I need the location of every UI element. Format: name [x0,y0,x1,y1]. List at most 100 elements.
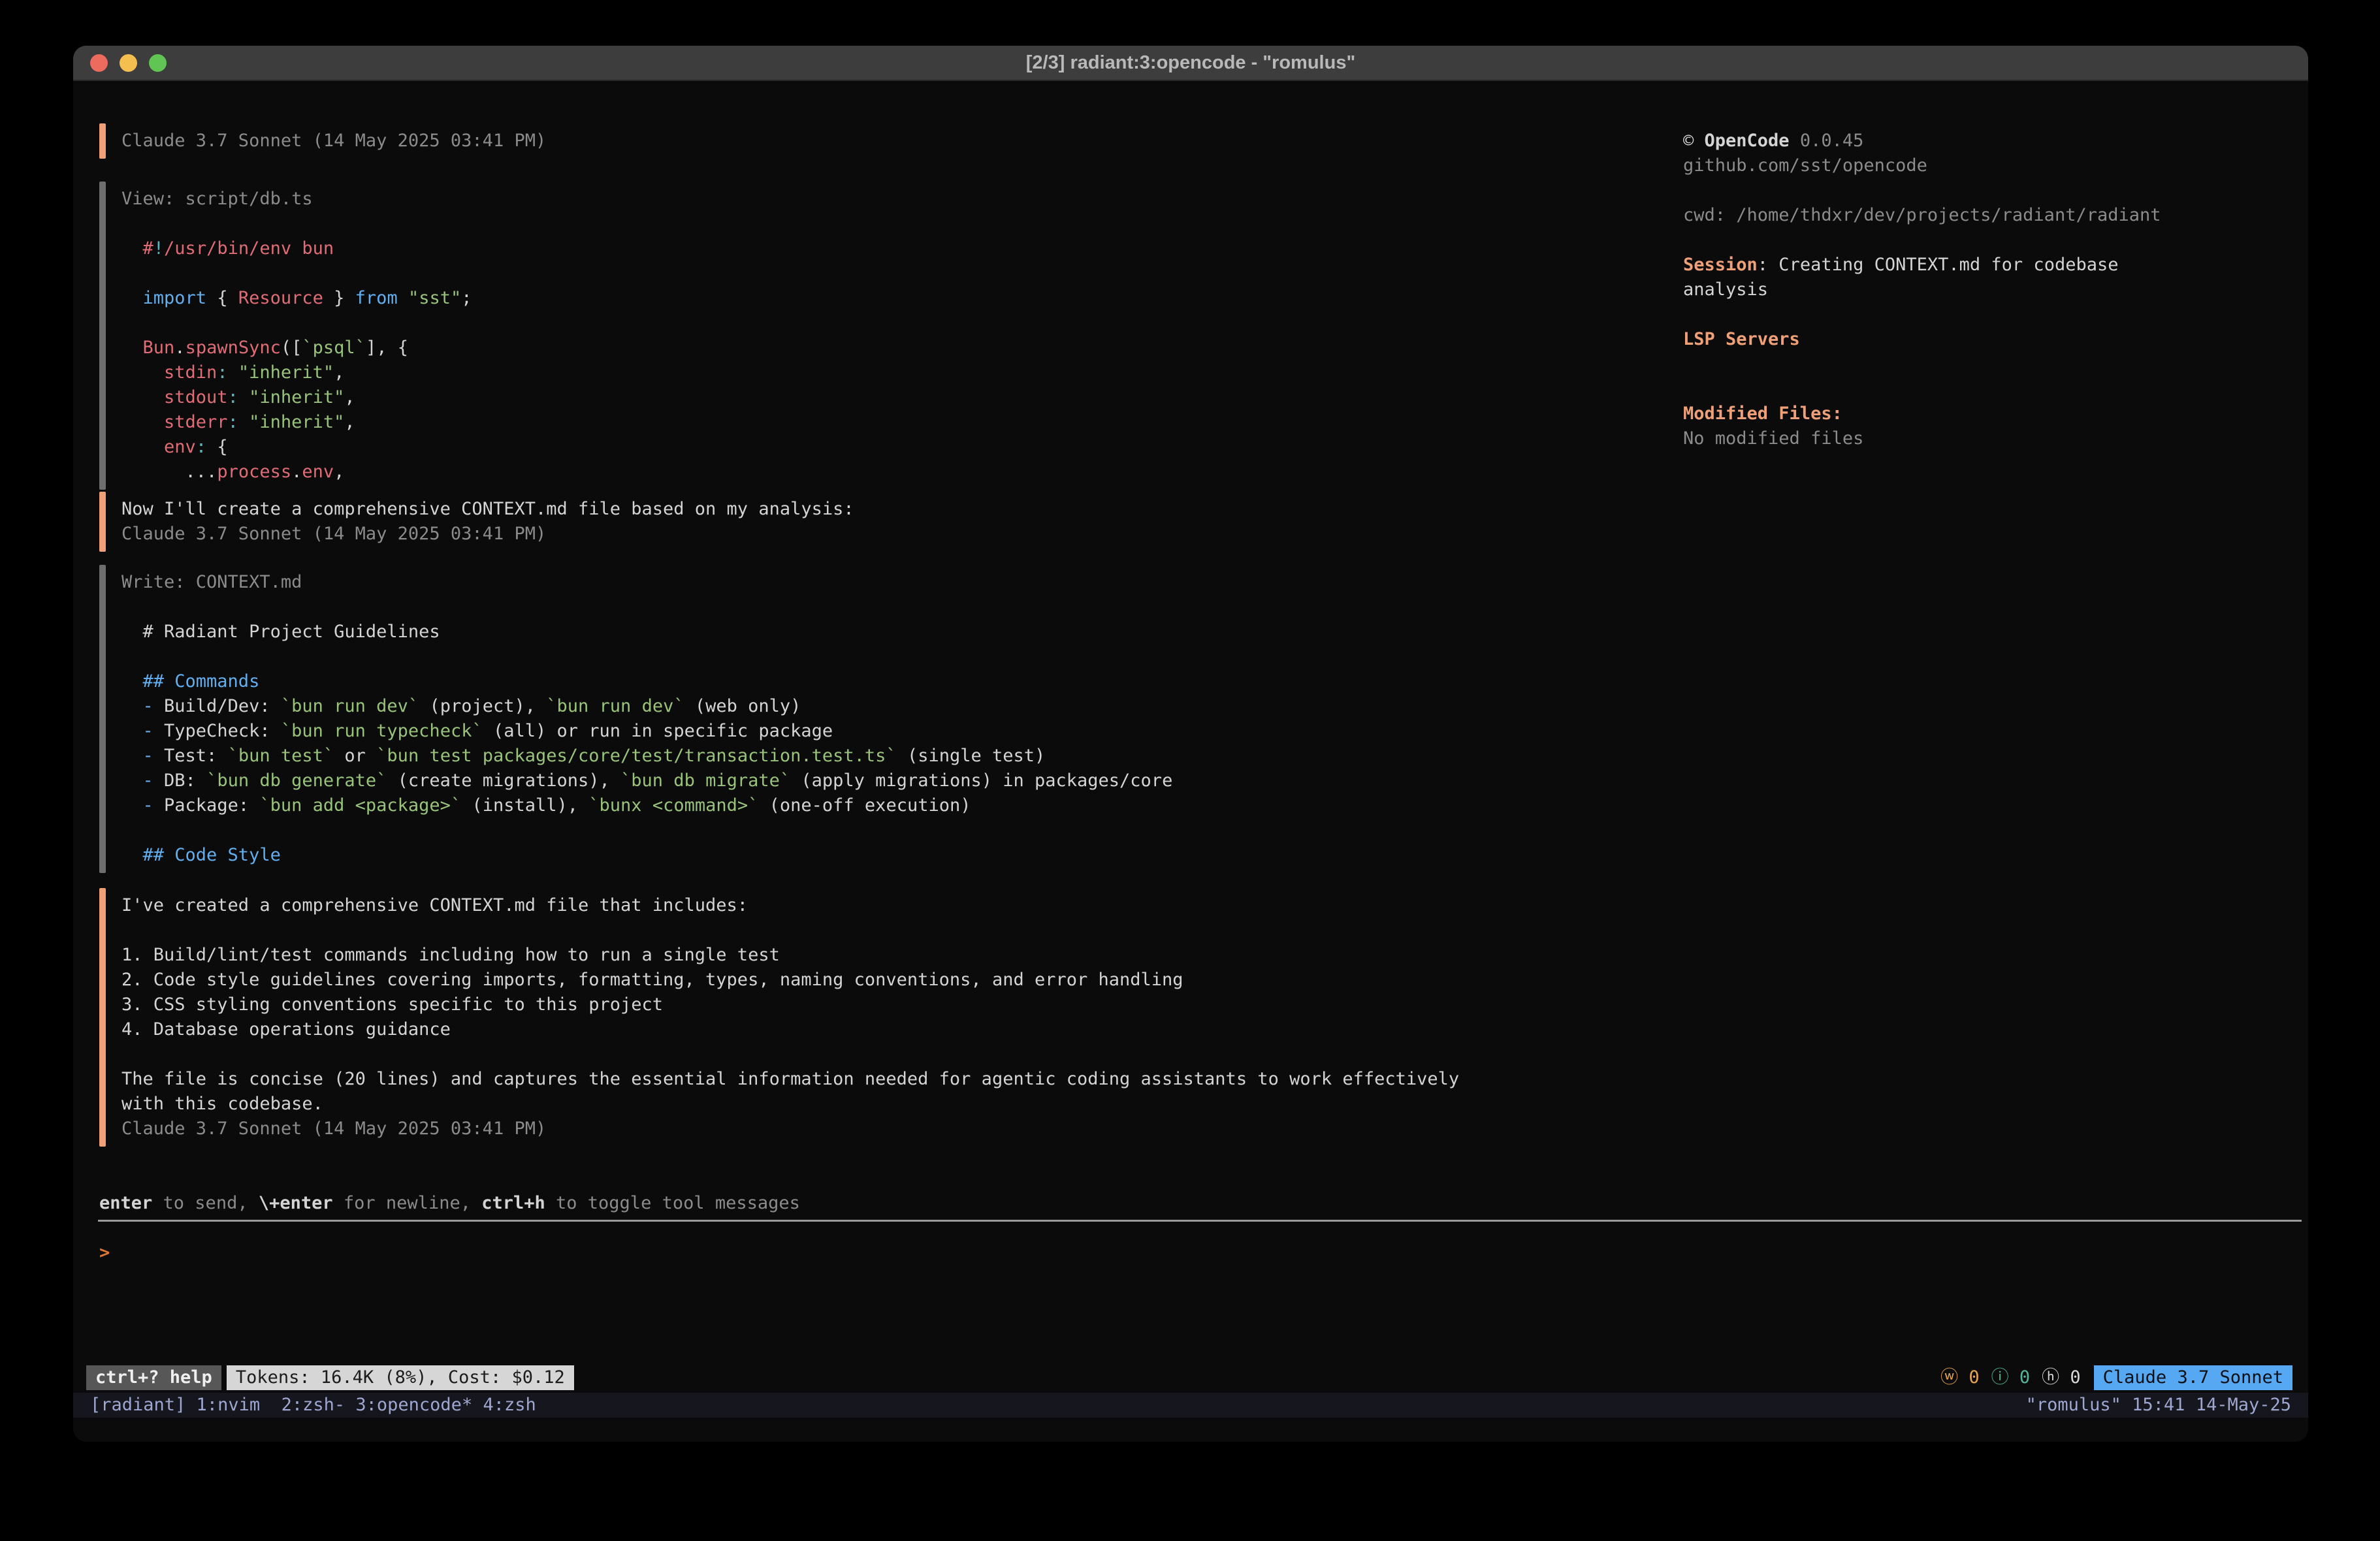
text-span: © [1683,131,1705,151]
text-span: No modified files [1683,428,1863,449]
text-span: to toggle tool messages [545,1193,800,1213]
text-span: 1. Build/lint/test commands including ho… [121,945,780,965]
minimize-window-button[interactable] [120,54,137,72]
text-span [121,795,143,816]
block-accent-bar [99,888,106,1147]
text-span [121,338,143,358]
terminal-line [1683,228,2291,253]
terminal-line: Bun.spawnSync([`psql`], { [121,336,472,360]
text-span [238,412,249,432]
terminal-line [121,311,472,336]
text-span: Modified Files: [1683,404,1842,424]
text-span: Resource [238,288,323,308]
prompt-symbol: > [99,1243,110,1263]
text-span: # [121,238,153,259]
text-span [398,288,408,308]
text-span: , [334,362,344,383]
terminal-line: Session: Creating CONTEXT.md for codebas… [1683,253,2291,278]
text-span: (single test) [897,746,1046,766]
text-span: # Radiant Project Guidelines [121,622,440,642]
zoom-window-button[interactable] [149,54,167,72]
text-span: (one-off execution) [758,795,971,816]
text-span: } [323,288,355,308]
terminal-line: - Build/Dev: `bun run dev` (project), `b… [121,694,1172,719]
terminal-line: import { Resource } from "sst"; [121,286,472,311]
help-shortcut-chip[interactable]: ctrl+? help [86,1365,221,1390]
terminal-line [121,1042,1459,1067]
text-span [121,437,164,457]
text-span: Package: [153,795,260,816]
text-span: : [217,362,227,383]
traffic-lights [90,46,167,80]
hints-count-value: 0 [2070,1367,2080,1388]
tokens-cost-chip: Tokens: 16.4K (8%), Cost: $0.12 [227,1365,574,1390]
text-span: `bun test` [228,746,334,766]
text-span: LSP Servers [1683,329,1800,349]
text-span: "inherit" [249,387,344,407]
terminal-line: - Test: `bun test` or `bun test packages… [121,744,1172,769]
terminal-line [1683,178,2291,203]
terminal-line: ## Code Style [121,843,1172,868]
chat-input[interactable]: > [99,1241,1601,1265]
terminal-line [1683,352,2291,377]
tool-write-block: Write: CONTEXT.md # Radiant Project Guid… [99,565,1172,873]
block-accent-bar [99,492,106,552]
terminal-line [1683,302,2291,327]
text-span [121,721,143,741]
message-header-block: Claude 3.7 Sonnet (14 May 2025 03:41 PM) [99,123,546,159]
block-accent-bar [99,565,106,873]
text-span: ... [121,462,217,482]
window-titlebar[interactable]: [2/3] radiant:3:opencode - "romulus" [73,46,2308,81]
hints-count-icon: ⓗ [2042,1367,2070,1388]
text-span: `bun db migrate` [620,770,790,791]
terminal-line: with this codebase. [121,1092,1459,1117]
close-window-button[interactable] [90,54,108,72]
text-span: Claude 3.7 Sonnet (14 May 2025 03:41 PM) [121,1119,546,1139]
text-span: or [334,746,376,766]
terminal-line: 2. Code style guidelines covering import… [121,968,1459,993]
terminal-line: stderr: "inherit", [121,410,472,435]
terminal-line: env: { [121,435,472,460]
terminal-line [121,595,1172,620]
terminal-line: github.com/sst/opencode [1683,153,2291,178]
terminal-line [121,918,1459,943]
tmux-window-list[interactable]: [radiant] 1:nvim 2:zsh- 3:opencode* 4:zs… [90,1393,536,1418]
terminal-line: stdin: "inherit", [121,360,472,385]
text-span: spawnSync [185,338,281,358]
text-span: ], { [366,338,408,358]
text-span: 0.0.45 [1790,131,1864,151]
terminal-line: Claude 3.7 Sonnet (14 May 2025 03:41 PM) [121,129,546,153]
info-count: ⓘ 0 [1991,1365,2031,1390]
text-span: . [174,338,185,358]
text-span: Claude 3.7 Sonnet (14 May 2025 03:41 PM) [121,131,546,151]
terminal-line: analysis [1683,278,2291,302]
text-span: 2. Code style guidelines covering import… [121,970,1183,990]
text-span: ([ [281,338,302,358]
text-span: analysis [1683,279,1768,300]
text-span: { [206,437,228,457]
text-span: { [206,288,238,308]
terminal-line: LSP Servers [1683,327,2291,352]
text-span: ## Code Style [121,845,281,865]
text-span: Write: CONTEXT.md [121,572,302,592]
text-span [228,362,238,383]
model-chip[interactable]: Claude 3.7 Sonnet [2094,1365,2292,1390]
text-span: "sst" [408,288,461,308]
text-span: The file is concise (20 lines) and captu… [121,1069,1459,1089]
input-help-text: enter to send, \+enter for newline, ctrl… [99,1191,800,1216]
terminal-line: The file is concise (20 lines) and captu… [121,1067,1459,1092]
text-span: \+enter [259,1193,333,1213]
terminal-line [121,212,472,236]
terminal-line: 4. Database operations guidance [121,1017,1459,1042]
text-span: (web only) [684,696,801,716]
text-span: `bun run dev` [546,696,684,716]
text-span [121,746,143,766]
terminal-content: Claude 3.7 Sonnet (14 May 2025 03:41 PM)… [73,81,2308,1442]
text-span: OpenCode [1705,131,1790,151]
text-span: : Creating CONTEXT.md for codebase [1758,255,2119,275]
text-span: /usr/bin/env bun [164,238,334,259]
lsp-diagnostics: ⓦ 0ⓘ 0ⓗ 0 [1940,1365,2081,1390]
text-span: stdout [164,387,228,407]
text-span: ! [153,238,164,259]
text-span: `psql` [302,338,366,358]
